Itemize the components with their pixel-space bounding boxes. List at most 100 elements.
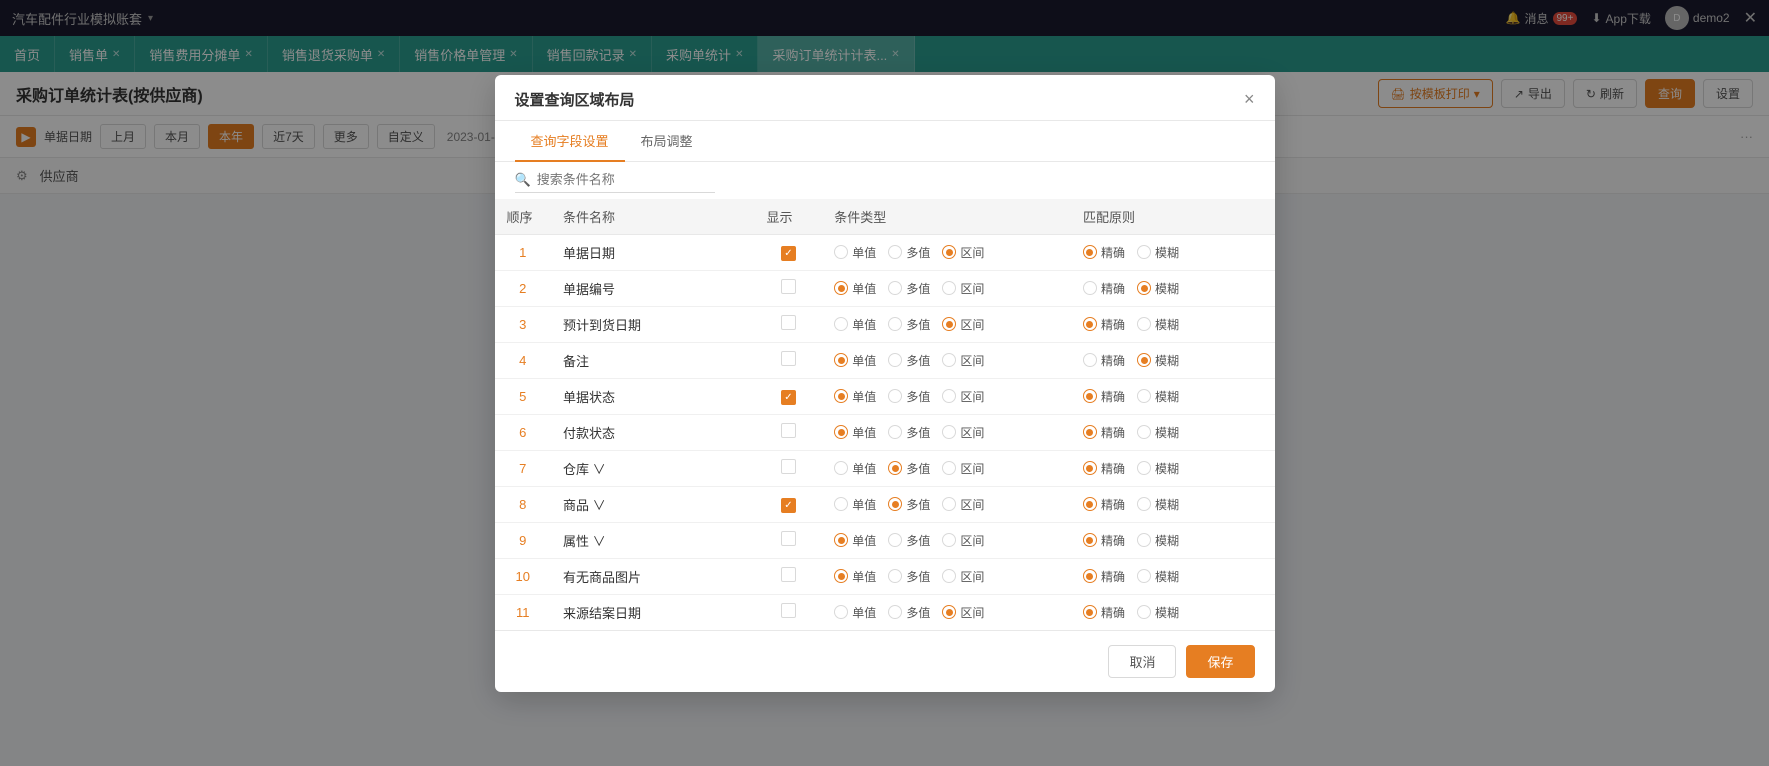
show-checkbox[interactable] — [781, 603, 796, 618]
row-show[interactable] — [754, 558, 822, 594]
type-radio-区间[interactable]: 区间 — [942, 604, 984, 621]
match-radio-精确[interactable]: 精确 — [1083, 280, 1125, 297]
type-radio-单值[interactable]: 单值 — [834, 424, 876, 441]
type-radio-多值[interactable]: 多值 — [888, 424, 930, 441]
type-radio-单值[interactable]: 单值 — [834, 316, 876, 333]
type-radio-多值[interactable]: 多值 — [888, 532, 930, 549]
row-show[interactable] — [754, 594, 822, 630]
type-radio-区间[interactable]: 区间 — [942, 460, 984, 477]
row-name: 单据状态 — [551, 378, 754, 414]
radio-dot — [1137, 425, 1151, 439]
type-radio-区间[interactable]: 区间 — [942, 532, 984, 549]
row-match: 精确模糊 — [1071, 558, 1275, 594]
row-show[interactable] — [754, 306, 822, 342]
radio-label: 多值 — [906, 604, 930, 621]
show-checkbox[interactable] — [781, 351, 796, 366]
row-show[interactable] — [754, 342, 822, 378]
match-radio-精确[interactable]: 精确 — [1083, 568, 1125, 585]
type-radio-多值[interactable]: 多值 — [888, 352, 930, 369]
radio-dot — [888, 389, 902, 403]
match-radio-模糊[interactable]: 模糊 — [1137, 604, 1179, 621]
modal-close-btn[interactable]: × — [1244, 90, 1255, 108]
type-radio-区间[interactable]: 区间 — [942, 496, 984, 513]
match-radio-精确[interactable]: 精确 — [1083, 532, 1125, 549]
type-radio-多值[interactable]: 多值 — [888, 316, 930, 333]
match-radio-精确[interactable]: 精确 — [1083, 244, 1125, 261]
type-radio-单值[interactable]: 单值 — [834, 496, 876, 513]
type-radio-单值[interactable]: 单值 — [834, 460, 876, 477]
match-radio-精确[interactable]: 精确 — [1083, 424, 1125, 441]
row-show[interactable] — [754, 522, 822, 558]
row-show[interactable] — [754, 450, 822, 486]
match-radio-模糊[interactable]: 模糊 — [1137, 568, 1179, 585]
cancel-btn[interactable]: 取消 — [1108, 645, 1176, 678]
type-radio-多值[interactable]: 多值 — [888, 460, 930, 477]
show-checkbox[interactable] — [781, 246, 796, 261]
match-radio-精确[interactable]: 精确 — [1083, 352, 1125, 369]
type-radio-多值[interactable]: 多值 — [888, 604, 930, 621]
match-radio-精确[interactable]: 精确 — [1083, 604, 1125, 621]
match-radio-模糊[interactable]: 模糊 — [1137, 388, 1179, 405]
row-show[interactable] — [754, 234, 822, 270]
type-radio-多值[interactable]: 多值 — [888, 280, 930, 297]
tab-layout-adjust[interactable]: 布局调整 — [625, 121, 709, 162]
match-radio-模糊[interactable]: 模糊 — [1137, 280, 1179, 297]
match-radio-精确[interactable]: 精确 — [1083, 316, 1125, 333]
row-order-num: 3 — [519, 317, 526, 332]
type-radio-单值[interactable]: 单值 — [834, 568, 876, 585]
show-checkbox[interactable] — [781, 567, 796, 582]
row-show[interactable] — [754, 486, 822, 522]
row-show[interactable] — [754, 270, 822, 306]
modal-header: 设置查询区域布局 × — [495, 75, 1275, 121]
match-radio-模糊[interactable]: 模糊 — [1137, 424, 1179, 441]
show-checkbox[interactable] — [781, 423, 796, 438]
type-radio-多值[interactable]: 多值 — [888, 496, 930, 513]
type-radio-group: 单值 多值区间 — [834, 604, 1059, 621]
radio-label: 多值 — [906, 352, 930, 369]
show-checkbox[interactable] — [781, 459, 796, 474]
show-checkbox[interactable] — [781, 390, 796, 405]
type-radio-区间[interactable]: 区间 — [942, 388, 984, 405]
type-radio-单值[interactable]: 单值 — [834, 244, 876, 261]
type-radio-单值[interactable]: 单值 — [834, 352, 876, 369]
show-checkbox[interactable] — [781, 498, 796, 513]
row-order: 3 — [495, 306, 552, 342]
match-radio-精确[interactable]: 精确 — [1083, 460, 1125, 477]
type-radio-单值[interactable]: 单值 — [834, 604, 876, 621]
row-order: 6 — [495, 414, 552, 450]
type-radio-区间[interactable]: 区间 — [942, 352, 984, 369]
show-checkbox[interactable] — [781, 315, 796, 330]
type-radio-单值[interactable]: 单值 — [834, 280, 876, 297]
row-show[interactable] — [754, 378, 822, 414]
search-input[interactable] — [537, 172, 715, 187]
save-btn[interactable]: 保存 — [1186, 645, 1254, 678]
table-row: 2单据编号单值多值区间精确模糊 — [495, 270, 1275, 306]
type-radio-多值[interactable]: 多值 — [888, 568, 930, 585]
radio-dot — [1083, 245, 1097, 259]
type-radio-单值[interactable]: 单值 — [834, 532, 876, 549]
match-radio-模糊[interactable]: 模糊 — [1137, 460, 1179, 477]
match-radio-模糊[interactable]: 模糊 — [1137, 316, 1179, 333]
match-radio-模糊[interactable]: 模糊 — [1137, 244, 1179, 261]
type-radio-多值[interactable]: 多值 — [888, 244, 930, 261]
type-radio-区间[interactable]: 区间 — [942, 244, 984, 261]
match-radio-模糊[interactable]: 模糊 — [1137, 532, 1179, 549]
type-radio-区间[interactable]: 区间 — [942, 568, 984, 585]
type-radio-区间[interactable]: 区间 — [942, 280, 984, 297]
type-radio-多值[interactable]: 多值 — [888, 388, 930, 405]
match-radio-精确[interactable]: 精确 — [1083, 388, 1125, 405]
row-order-num: 10 — [516, 569, 530, 584]
tab-query-fields[interactable]: 查询字段设置 — [515, 121, 625, 162]
match-radio-精确[interactable]: 精确 — [1083, 496, 1125, 513]
show-checkbox[interactable] — [781, 531, 796, 546]
match-radio-模糊[interactable]: 模糊 — [1137, 496, 1179, 513]
row-show[interactable] — [754, 414, 822, 450]
type-radio-单值[interactable]: 单值 — [834, 388, 876, 405]
match-radio-模糊[interactable]: 模糊 — [1137, 352, 1179, 369]
show-checkbox[interactable] — [781, 279, 796, 294]
radio-label: 模糊 — [1155, 280, 1179, 297]
type-radio-区间[interactable]: 区间 — [942, 316, 984, 333]
type-radio-区间[interactable]: 区间 — [942, 424, 984, 441]
radio-label: 多值 — [906, 244, 930, 261]
row-type: 单值多值区间 — [822, 486, 1071, 522]
